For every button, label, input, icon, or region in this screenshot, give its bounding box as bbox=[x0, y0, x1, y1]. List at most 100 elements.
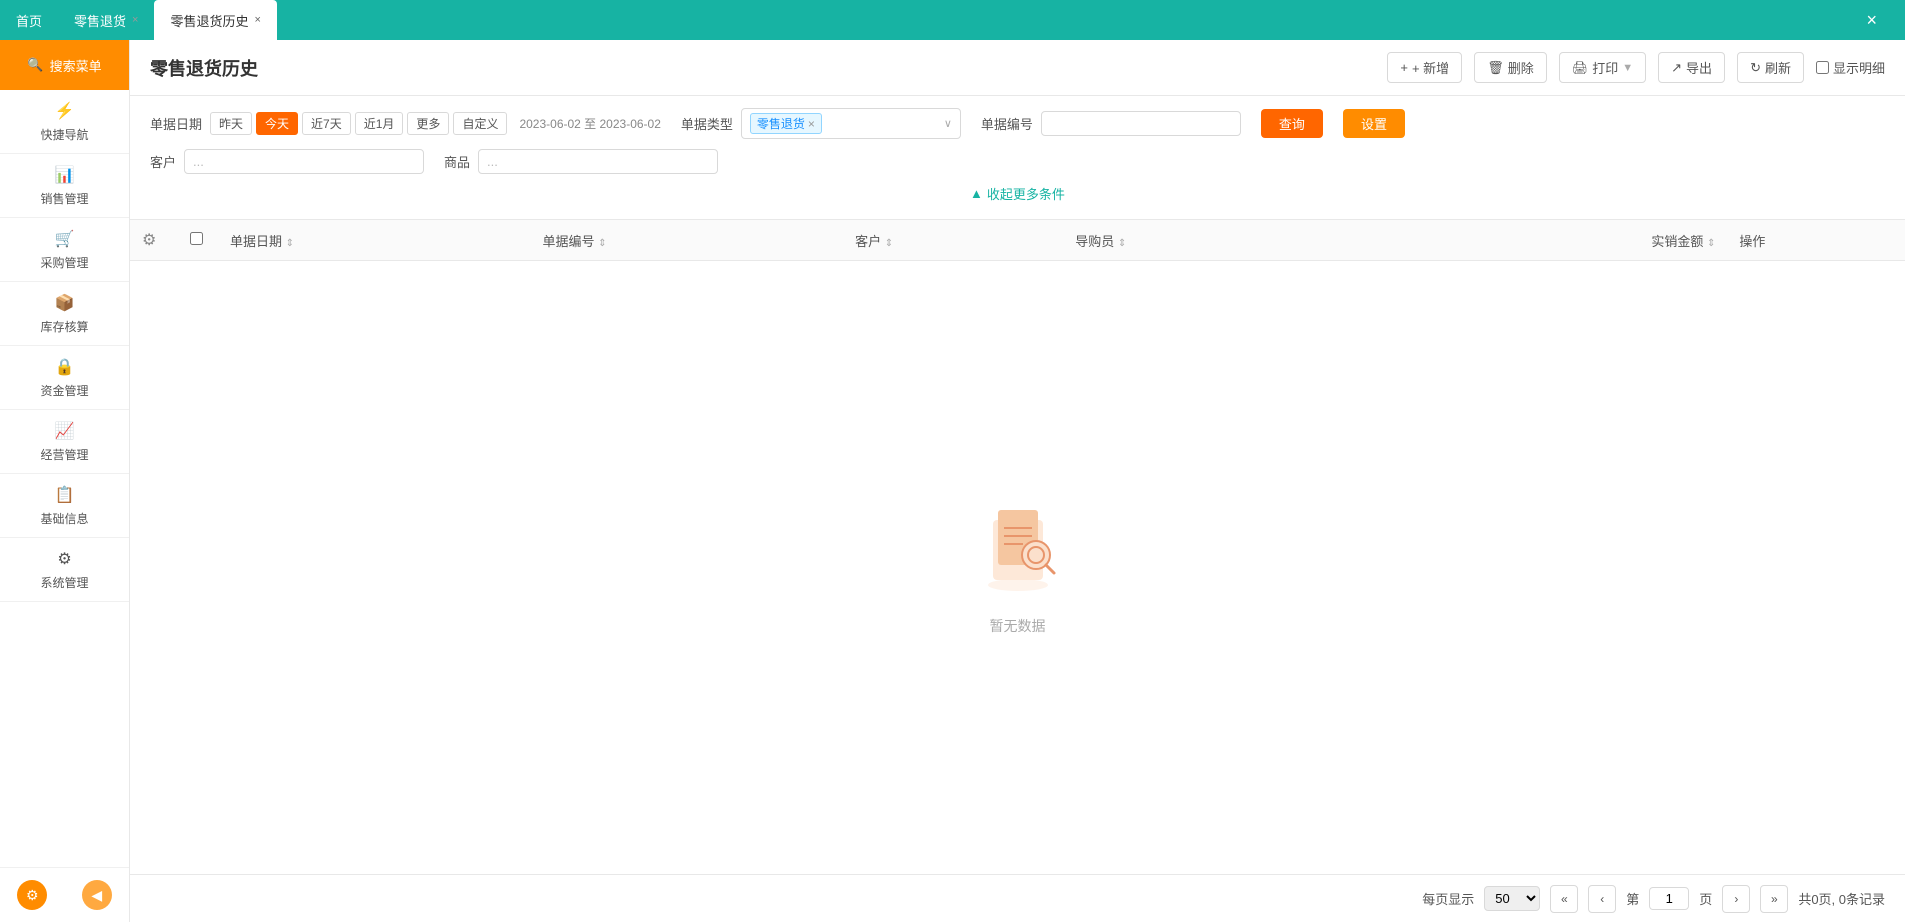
page-input[interactable] bbox=[1649, 887, 1689, 910]
sidebar-item-operations[interactable]: 📈 经营管理 bbox=[0, 410, 129, 474]
date-btn-yesterday[interactable]: 昨天 bbox=[210, 112, 252, 135]
show-detail-checkbox[interactable] bbox=[1816, 61, 1829, 74]
plus-icon: + bbox=[1400, 60, 1408, 75]
date-btn-today[interactable]: 今天 bbox=[256, 112, 298, 135]
close-tab-retail-return[interactable]: × bbox=[132, 14, 138, 26]
no-label: 单据编号 bbox=[981, 114, 1033, 133]
inventory-icon: 📦 bbox=[54, 292, 76, 314]
date-btn-more[interactable]: 更多 bbox=[407, 112, 449, 135]
page-title: 零售退货历史 bbox=[150, 55, 258, 81]
sort-amount-icon[interactable]: ⇕ bbox=[1707, 238, 1715, 249]
empty-state: 暂无数据 bbox=[130, 261, 1905, 874]
quick-nav-icon: ⚡ bbox=[54, 100, 76, 122]
sidebar-item-system-mgmt[interactable]: ⚙ 系统管理 bbox=[0, 538, 129, 602]
main-layout: 🔍 搜索菜单 ⚡ 快捷导航 📊 销售管理 🛒 采购管理 📦 库存核算 🔒 资金管… bbox=[0, 40, 1905, 922]
filter-row-1: 单据日期 昨天 今天 近7天 近1月 更多 自定义 2023-06-02 至 2… bbox=[150, 108, 1885, 139]
th-amount: 实销金额 ⇕ bbox=[1415, 220, 1728, 261]
table-wrapper: ⚙ 单据日期 ⇕ 单据编号 ⇕ bbox=[130, 220, 1905, 874]
date-btn-7days[interactable]: 近7天 bbox=[302, 112, 351, 135]
sidebar-bottom: ⚙ ◀ bbox=[0, 867, 129, 922]
query-button[interactable]: 查询 bbox=[1261, 109, 1323, 138]
sidebar: 🔍 搜索菜单 ⚡ 快捷导航 📊 销售管理 🛒 采购管理 📦 库存核算 🔒 资金管… bbox=[0, 40, 130, 922]
type-filter-group: 单据类型 零售退货 × ∨ bbox=[681, 108, 961, 139]
customer-label: 客户 bbox=[150, 152, 176, 171]
purchase-icon: 🛒 bbox=[54, 228, 76, 250]
no-input[interactable] bbox=[1041, 111, 1241, 136]
date-btns: 昨天 今天 近7天 近1月 更多 自定义 bbox=[210, 112, 507, 135]
tab-home[interactable]: 首页 bbox=[0, 0, 58, 40]
print-button[interactable]: 🖨 打印 ▼ bbox=[1559, 52, 1646, 83]
th-spacer bbox=[1330, 220, 1415, 261]
collapse-sidebar-icon[interactable]: ◀ bbox=[82, 880, 112, 910]
date-btn-1month[interactable]: 近1月 bbox=[355, 112, 404, 135]
goods-input[interactable] bbox=[478, 149, 718, 174]
collapse-button[interactable]: ▲ 收起更多条件 bbox=[970, 180, 1065, 207]
export-icon: ↗ bbox=[1671, 60, 1682, 76]
export-button[interactable]: ↗ 导出 bbox=[1658, 52, 1725, 83]
empty-text: 暂无数据 bbox=[990, 616, 1046, 636]
pagination-bar: 每页显示 50 10 20 100 « ‹ 第 页 › » 共0页, 0条记录 bbox=[130, 874, 1905, 922]
total-label: 共0页, 0条记录 bbox=[1798, 889, 1885, 908]
date-btn-custom[interactable]: 自定义 bbox=[453, 112, 507, 135]
refresh-button[interactable]: ↻ 刷新 bbox=[1737, 52, 1804, 83]
search-icon: 🔍 bbox=[27, 57, 43, 73]
sidebar-item-sales-mgmt[interactable]: 📊 销售管理 bbox=[0, 154, 129, 218]
sort-no-icon[interactable]: ⇕ bbox=[598, 238, 606, 249]
first-page-btn[interactable]: « bbox=[1550, 885, 1578, 913]
prev-page-btn[interactable]: ‹ bbox=[1588, 885, 1616, 913]
settings-bottom-icon[interactable]: ⚙ bbox=[17, 880, 47, 910]
th-checkbox bbox=[178, 220, 218, 261]
goods-filter-group: 商品 bbox=[444, 149, 718, 174]
sidebar-item-inventory[interactable]: 📦 库存核算 bbox=[0, 282, 129, 346]
no-filter-group: 单据编号 bbox=[981, 111, 1241, 136]
page-prefix: 第 bbox=[1626, 889, 1639, 908]
show-detail-checkbox-wrapper: 显示明细 bbox=[1816, 58, 1885, 77]
empty-icon bbox=[968, 500, 1068, 600]
select-all-checkbox[interactable] bbox=[190, 232, 203, 245]
per-page-select[interactable]: 50 10 20 100 bbox=[1484, 886, 1540, 911]
tab-retail-return-history[interactable]: 零售退货历史 × bbox=[154, 0, 276, 40]
tag-close-icon[interactable]: × bbox=[808, 117, 815, 131]
delete-button[interactable]: 🗑 删除 bbox=[1474, 52, 1547, 83]
customer-input[interactable] bbox=[184, 149, 424, 174]
print-icon: 🖨 bbox=[1572, 60, 1589, 76]
date-range-text: 2023-06-02 至 2023-06-02 bbox=[519, 115, 660, 132]
sidebar-item-finance[interactable]: 🔒 资金管理 bbox=[0, 346, 129, 410]
finance-icon: 🔒 bbox=[54, 356, 76, 378]
sidebar-search[interactable]: 🔍 搜索菜单 bbox=[0, 40, 129, 90]
system-icon: ⚙ bbox=[54, 548, 76, 570]
data-table: ⚙ 单据日期 ⇕ 单据编号 ⇕ bbox=[130, 220, 1905, 261]
tab-retail-return[interactable]: 零售退货 × bbox=[58, 0, 154, 40]
delete-icon: 🗑 bbox=[1487, 60, 1504, 76]
window-close-btn[interactable]: × bbox=[1854, 10, 1905, 31]
collapse-row: ▲ 收起更多条件 bbox=[150, 180, 1885, 207]
sort-guide-icon[interactable]: ⇕ bbox=[1118, 238, 1126, 249]
th-action: 操作 bbox=[1727, 220, 1905, 261]
table-header-row: ⚙ 单据日期 ⇕ 单据编号 ⇕ bbox=[130, 220, 1905, 261]
type-dropdown-icon: ∨ bbox=[944, 117, 952, 130]
new-button[interactable]: + + 新增 bbox=[1387, 52, 1462, 83]
filter-area: 单据日期 昨天 今天 近7天 近1月 更多 自定义 2023-06-02 至 2… bbox=[130, 96, 1905, 220]
sidebar-item-quick-nav[interactable]: ⚡ 快捷导航 bbox=[0, 90, 129, 154]
next-page-btn[interactable]: › bbox=[1722, 885, 1750, 913]
setting-button[interactable]: 设置 bbox=[1343, 109, 1405, 138]
page-header: 零售退货历史 + + 新增 🗑 删除 🖨 打印 ▼ ↗ 导出 bbox=[130, 40, 1905, 96]
header-actions: + + 新增 🗑 删除 🖨 打印 ▼ ↗ 导出 ↻ bbox=[1387, 52, 1885, 83]
sidebar-item-purchase-mgmt[interactable]: 🛒 采购管理 bbox=[0, 218, 129, 282]
sort-customer-icon[interactable]: ⇕ bbox=[885, 238, 893, 249]
goods-label: 商品 bbox=[444, 152, 470, 171]
table-settings-icon[interactable]: ⚙ bbox=[142, 232, 156, 249]
refresh-icon: ↻ bbox=[1750, 60, 1761, 76]
type-select[interactable]: 零售退货 × ∨ bbox=[741, 108, 961, 139]
sidebar-item-basic-info[interactable]: 📋 基础信息 bbox=[0, 474, 129, 538]
collapse-icon: ▲ bbox=[970, 186, 983, 201]
close-tab-retail-return-history[interactable]: × bbox=[254, 14, 260, 26]
last-page-btn[interactable]: » bbox=[1760, 885, 1788, 913]
sort-date-icon[interactable]: ⇕ bbox=[286, 238, 294, 249]
th-date: 单据日期 ⇕ bbox=[218, 220, 531, 261]
page-suffix: 页 bbox=[1699, 889, 1712, 908]
type-label: 单据类型 bbox=[681, 114, 733, 133]
per-page-label: 每页显示 bbox=[1422, 889, 1474, 908]
date-filter-group: 单据日期 昨天 今天 近7天 近1月 更多 自定义 2023-06-02 至 2… bbox=[150, 112, 661, 135]
top-bar: 首页 零售退货 × 零售退货历史 × × bbox=[0, 0, 1905, 40]
